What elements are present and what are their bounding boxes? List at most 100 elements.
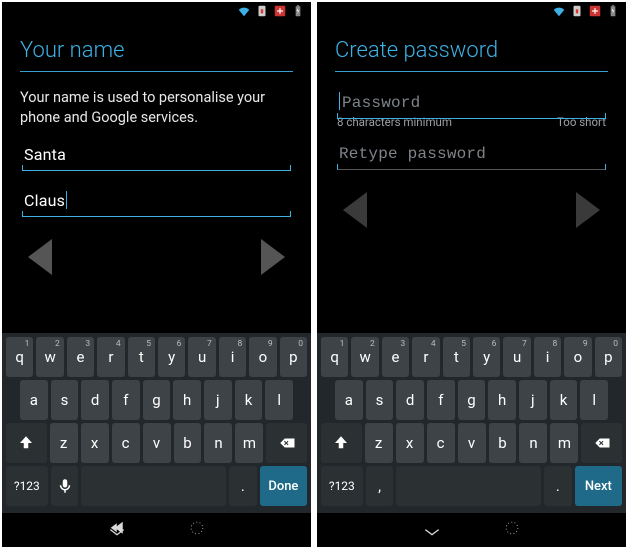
key-r[interactable]: r4 xyxy=(97,337,124,377)
key-d[interactable]: d xyxy=(81,380,109,420)
key-u[interactable]: u7 xyxy=(188,337,215,377)
key-l[interactable]: l xyxy=(580,380,608,420)
key-m[interactable]: m xyxy=(550,423,578,463)
status-bar xyxy=(317,2,626,20)
backspace-key[interactable] xyxy=(266,423,307,463)
page-title: Create password xyxy=(335,38,608,71)
key-s[interactable]: s xyxy=(366,380,394,420)
key-z[interactable]: z xyxy=(365,423,393,463)
key-c[interactable]: c xyxy=(427,423,455,463)
sim-icon xyxy=(255,4,269,18)
next-arrow[interactable] xyxy=(576,192,600,228)
home-button[interactable] xyxy=(187,518,207,542)
key-n[interactable]: n xyxy=(204,423,232,463)
helper-text: Your name is used to personalise your ph… xyxy=(20,88,293,127)
key-row-2: asdfghjkl xyxy=(6,380,307,420)
key-o[interactable]: o9 xyxy=(249,337,276,377)
period-key[interactable]: . xyxy=(544,466,572,506)
mic-key[interactable] xyxy=(51,466,79,506)
password-field[interactable]: Password xyxy=(337,88,606,119)
comma-key[interactable]: , xyxy=(366,466,394,506)
key-z[interactable]: z xyxy=(50,423,78,463)
key-j[interactable]: j xyxy=(519,380,547,420)
key-m[interactable]: m xyxy=(235,423,263,463)
sim-icon xyxy=(570,4,584,18)
enter-key[interactable]: Done xyxy=(260,466,307,506)
key-r[interactable]: r4 xyxy=(412,337,439,377)
key-row-2: asdfghjkl xyxy=(321,380,622,420)
phone-screen-name-setup: Your name Your name is used to personali… xyxy=(2,2,311,547)
key-h[interactable]: h xyxy=(488,380,516,420)
retype-password-field[interactable]: Retype password xyxy=(337,139,606,170)
enter-key[interactable]: Next xyxy=(575,466,622,506)
key-k[interactable]: k xyxy=(550,380,578,420)
key-v[interactable]: v xyxy=(458,423,486,463)
plus-icon xyxy=(588,4,602,18)
first-name-field[interactable]: Santa xyxy=(22,141,291,171)
key-x[interactable]: x xyxy=(396,423,424,463)
key-d[interactable]: d xyxy=(396,380,424,420)
last-name-value: Claus xyxy=(24,191,65,210)
nav-row xyxy=(317,188,626,236)
key-row-4: ?123 , . Next xyxy=(321,466,622,506)
key-y[interactable]: y6 xyxy=(473,337,500,377)
shift-key[interactable] xyxy=(6,423,47,463)
key-g[interactable]: g xyxy=(458,380,486,420)
backspace-key[interactable] xyxy=(581,423,622,463)
key-f[interactable]: f xyxy=(112,380,140,420)
symbols-key[interactable]: ?123 xyxy=(6,466,48,506)
key-p[interactable]: p0 xyxy=(280,337,307,377)
wifi-icon xyxy=(552,4,566,18)
key-v[interactable]: v xyxy=(143,423,171,463)
period-key[interactable]: . xyxy=(229,466,257,506)
key-row-1: q1w2e3r4t5y6u7i8o9p0 xyxy=(321,337,622,377)
key-row-3: zxcvbnm xyxy=(321,423,622,463)
key-p[interactable]: p0 xyxy=(595,337,622,377)
space-key[interactable] xyxy=(81,466,226,506)
key-c[interactable]: c xyxy=(112,423,140,463)
prev-arrow[interactable] xyxy=(28,239,52,275)
key-y[interactable]: y6 xyxy=(158,337,185,377)
key-e[interactable]: e3 xyxy=(382,337,409,377)
key-i[interactable]: i8 xyxy=(219,337,246,377)
key-u[interactable]: u7 xyxy=(503,337,530,377)
key-h[interactable]: h xyxy=(173,380,201,420)
key-b[interactable]: b xyxy=(489,423,517,463)
first-name-value: Santa xyxy=(24,145,66,164)
key-s[interactable]: s xyxy=(51,380,79,420)
key-k[interactable]: k xyxy=(235,380,263,420)
shift-key[interactable] xyxy=(321,423,362,463)
key-t[interactable]: t5 xyxy=(128,337,155,377)
key-f[interactable]: f xyxy=(427,380,455,420)
key-w[interactable]: w2 xyxy=(351,337,378,377)
last-name-field[interactable]: Claus xyxy=(22,187,291,217)
key-b[interactable]: b xyxy=(174,423,202,463)
next-arrow[interactable] xyxy=(261,239,285,275)
back-button[interactable] xyxy=(107,518,127,542)
key-n[interactable]: n xyxy=(519,423,547,463)
key-t[interactable]: t5 xyxy=(443,337,470,377)
setup-content: Your name Your name is used to personali… xyxy=(2,20,311,235)
space-key[interactable] xyxy=(396,466,541,506)
back-button[interactable] xyxy=(422,518,442,542)
key-q[interactable]: q1 xyxy=(321,337,348,377)
key-x[interactable]: x xyxy=(81,423,109,463)
key-o[interactable]: o9 xyxy=(564,337,591,377)
key-l[interactable]: l xyxy=(265,380,293,420)
key-w[interactable]: w2 xyxy=(36,337,63,377)
battery-icon xyxy=(606,4,620,18)
system-navbar xyxy=(317,513,626,547)
page-title: Your name xyxy=(20,38,293,71)
key-g[interactable]: g xyxy=(143,380,171,420)
password-placeholder: Password xyxy=(342,94,420,112)
home-button[interactable] xyxy=(502,518,522,542)
key-a[interactable]: a xyxy=(335,380,363,420)
key-row-3: zxcvbnm xyxy=(6,423,307,463)
prev-arrow[interactable] xyxy=(343,192,367,228)
key-a[interactable]: a xyxy=(20,380,48,420)
key-i[interactable]: i8 xyxy=(534,337,561,377)
symbols-key[interactable]: ?123 xyxy=(321,466,363,506)
key-e[interactable]: e3 xyxy=(67,337,94,377)
key-j[interactable]: j xyxy=(204,380,232,420)
key-q[interactable]: q1 xyxy=(6,337,33,377)
